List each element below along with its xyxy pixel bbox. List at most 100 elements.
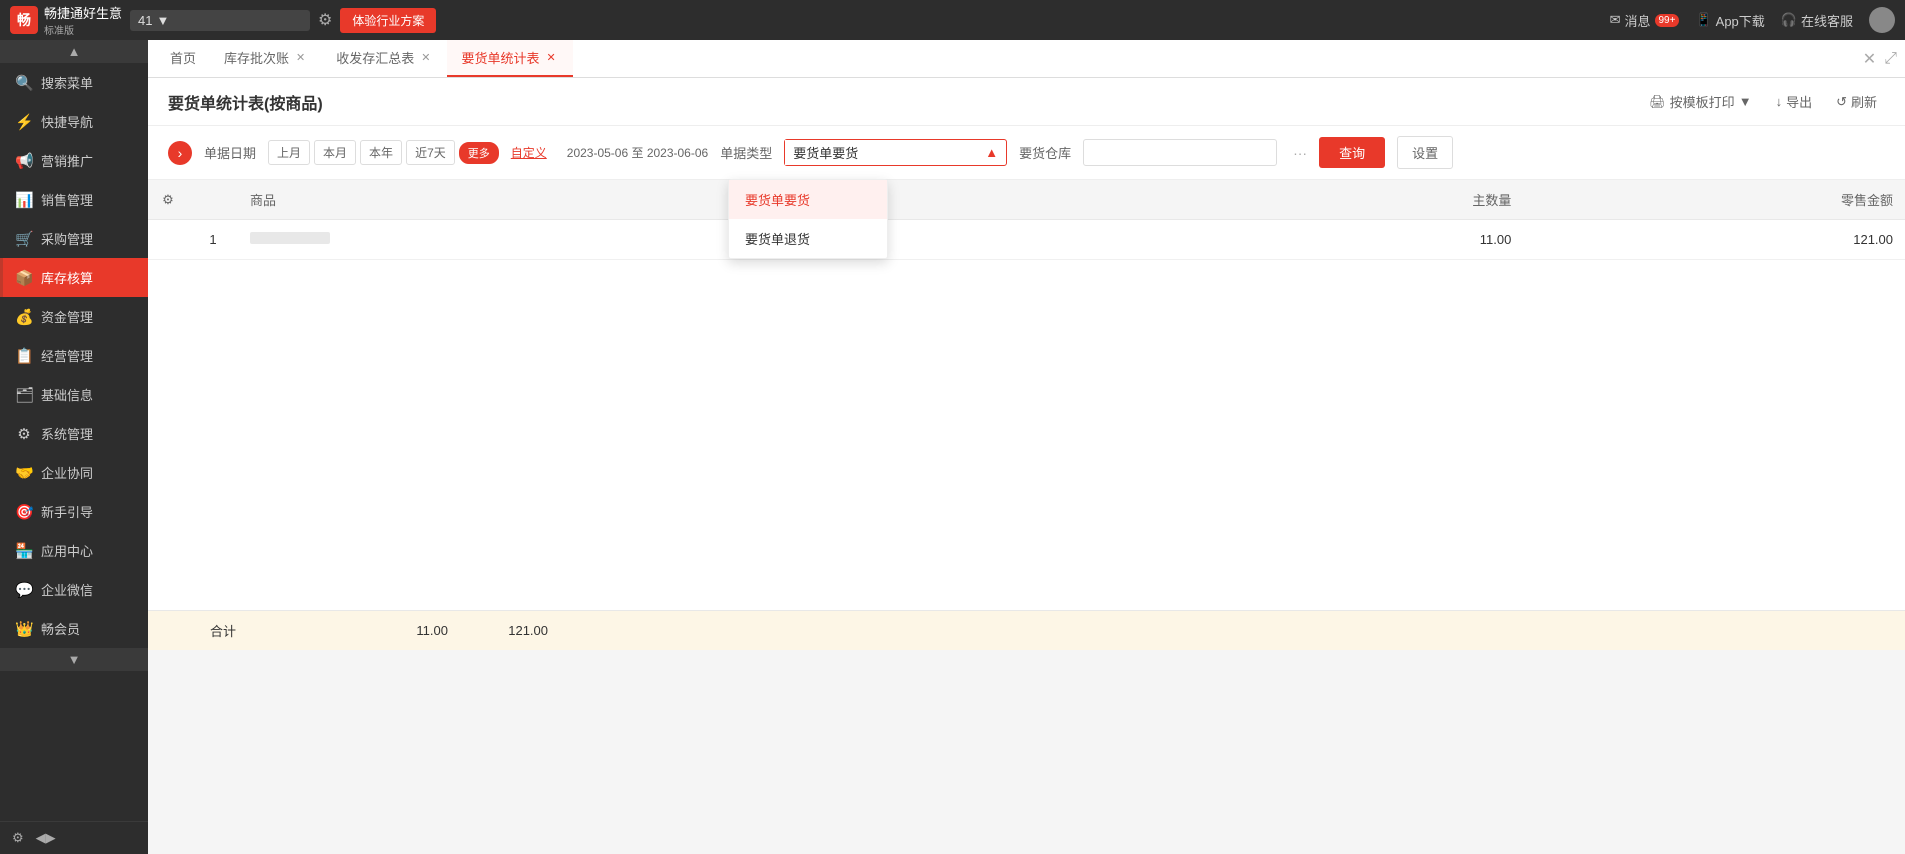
row-settings-cell <box>148 220 188 260</box>
date-range-display: 2023-05-06 至 2023-06-06 <box>567 144 708 161</box>
settings-button[interactable]: 设置 <box>1397 136 1453 169</box>
app-icon: 📱 <box>1695 12 1711 28</box>
operations-icon: 📋 <box>15 347 33 365</box>
company-selector[interactable]: 41 ▼ <box>130 10 310 31</box>
sidebar-item-basics[interactable]: 🗂 基础信息 <box>0 375 148 414</box>
page-actions: 🖨 按模板打印 ▼ ↓ 导出 ↺ 刷新 <box>1641 88 1885 115</box>
date-btn-7days[interactable]: 近7天 <box>406 140 455 165</box>
quicknav-icon: ⚡ <box>15 113 33 131</box>
company-selector-arrow: ▼ <box>156 13 169 28</box>
footer-amount: 121.00 <box>460 623 560 638</box>
sidebar-item-appstore[interactable]: 🏪 应用中心 <box>0 531 148 570</box>
sidebar-item-inventory[interactable]: 📦 库存核算 <box>0 258 148 297</box>
tab-receivable-close[interactable]: ✕ <box>418 50 433 65</box>
date-btn-this-year[interactable]: 本年 <box>360 140 402 165</box>
sidebar-item-system[interactable]: ⚙ 系统管理 <box>0 414 148 453</box>
tab-window-maximize[interactable]: ⤢ <box>1884 50 1897 68</box>
col-header-settings[interactable]: ⚙ <box>148 180 188 220</box>
type-dropdown: 要货单要货 要货单退货 <box>728 179 888 259</box>
sidebar-item-quicknav[interactable]: ⚡ 快捷导航 <box>0 102 148 141</box>
sidebar-bottom: ⚙ ◀▶ <box>0 821 148 854</box>
tab-bar-actions: ✕ ⤢ <box>1863 49 1897 69</box>
sidebar-label-member: 畅会员 <box>41 619 80 638</box>
type-select-arrow[interactable]: ▲ <box>977 145 1006 160</box>
company-name: 41 <box>138 13 152 28</box>
tab-batch-label: 库存批次账 <box>224 48 289 67</box>
avatar[interactable] <box>1869 7 1895 33</box>
date-buttons: 上月 本月 本年 近7天 更多 自定义 <box>268 140 555 165</box>
warehouse-input[interactable] <box>1083 139 1277 166</box>
table-settings-icon[interactable]: ⚙ <box>162 192 174 207</box>
print-button[interactable]: 🖨 按模板打印 ▼ <box>1641 88 1759 115</box>
date-btn-custom[interactable]: 自定义 <box>503 141 555 164</box>
basics-icon: 🗂 <box>15 386 33 404</box>
online-service-button[interactable]: 🎧 在线客服 <box>1781 11 1853 30</box>
sidebar-item-purchase[interactable]: 🛒 采购管理 <box>0 219 148 258</box>
sidebar-item-search[interactable]: 🔍 搜索菜单 <box>0 63 148 102</box>
tab-receivable[interactable]: 收发存汇总表 ✕ <box>322 40 447 77</box>
sidebar-item-guide[interactable]: 🎯 新手引导 <box>0 492 148 531</box>
sidebar-label-basics: 基础信息 <box>41 385 93 404</box>
topbar: 畅 畅捷通好生意 标准版 41 ▼ ⚙ 体验行业方案 ✉ 消息 99+ 📱 Ap… <box>0 0 1905 40</box>
sidebar-item-marketing[interactable]: 📢 营销推广 <box>0 141 148 180</box>
sidebar-label-marketing: 营销推广 <box>41 151 93 170</box>
dropdown-item-return[interactable]: 要货单退货 <box>729 219 887 258</box>
table-wrap: ⚙ 商品 主计量单位 主数量 零售金额 1 <box>148 180 1905 260</box>
export-button[interactable]: ↓ 导出 <box>1768 88 1821 115</box>
tab-home[interactable]: 首页 <box>156 40 210 77</box>
tab-order-stat[interactable]: 要货单统计表 ✕ <box>447 40 572 77</box>
sidebar-item-operations[interactable]: 📋 经营管理 <box>0 336 148 375</box>
tab-batch-close[interactable]: ✕ <box>293 50 308 65</box>
date-filter-label: 单据日期 <box>204 143 256 162</box>
type-select-wrap[interactable]: ▲ <box>784 139 1007 166</box>
inventory-icon: 📦 <box>15 269 33 287</box>
app-logo: 畅 畅捷通好生意 标准版 <box>10 3 122 37</box>
refresh-button[interactable]: ↺ 刷新 <box>1828 88 1885 115</box>
sidebar: ▲ 🔍 搜索菜单 ⚡ 快捷导航 📢 营销推广 📊 销售管理 🛒 采购管理 📦 库… <box>0 40 148 854</box>
sidebar-settings-icon[interactable]: ⚙ <box>12 830 24 846</box>
sidebar-collapse-icon[interactable]: ◀▶ <box>36 830 56 846</box>
logo-sub: 标准版 <box>44 22 122 37</box>
app-download-button[interactable]: 📱 App下载 <box>1695 11 1764 30</box>
row-qty: 11.00 <box>1207 220 1523 260</box>
system-icon: ⚙ <box>15 425 33 443</box>
filter-more-icon[interactable]: ··· <box>1293 145 1307 161</box>
topbar-right: ✉ 消息 99+ 📱 App下载 🎧 在线客服 <box>1610 7 1895 33</box>
tab-window-minimize[interactable]: ✕ <box>1863 49 1876 69</box>
sidebar-item-member[interactable]: 👑 畅会员 <box>0 609 148 648</box>
dropdown-item-request[interactable]: 要货单要货 <box>729 180 887 219</box>
page-header: 要货单统计表(按商品) 🖨 按模板打印 ▼ ↓ 导出 ↺ 刷新 <box>148 78 1905 126</box>
date-more-badge[interactable]: 更多 <box>459 142 499 164</box>
guide-icon: 🎯 <box>15 503 33 521</box>
tab-order-stat-close[interactable]: ✕ <box>544 50 559 65</box>
sidebar-item-sales[interactable]: 📊 销售管理 <box>0 180 148 219</box>
refresh-label: 刷新 <box>1851 92 1877 111</box>
filter-toggle-button[interactable]: › <box>168 141 192 165</box>
footer-qty: 11.00 <box>360 623 460 638</box>
search-icon: 🔍 <box>15 74 33 92</box>
export-label: 导出 <box>1786 92 1812 111</box>
settings-gear-icon[interactable]: ⚙ <box>318 10 332 30</box>
col-header-qty: 主数量 <box>1207 180 1523 220</box>
sidebar-label-finance: 资金管理 <box>41 307 93 326</box>
topbar-left: 畅 畅捷通好生意 标准版 41 ▼ ⚙ 体验行业方案 <box>10 3 436 37</box>
sidebar-label-operations: 经营管理 <box>41 346 93 365</box>
promo-button[interactable]: 体验行业方案 <box>340 8 436 33</box>
query-button[interactable]: 查询 <box>1319 137 1385 168</box>
type-select-input[interactable] <box>785 140 977 165</box>
message-badge: 99+ <box>1655 14 1680 27</box>
sidebar-item-enterprise[interactable]: 🤝 企业协同 <box>0 453 148 492</box>
sidebar-label-inventory: 库存核算 <box>41 268 93 287</box>
date-btn-this-month[interactable]: 本月 <box>314 140 356 165</box>
sidebar-scroll-up[interactable]: ▲ <box>0 40 148 63</box>
sidebar-item-wechat[interactable]: 💬 企业微信 <box>0 570 148 609</box>
logo-icon: 畅 <box>10 6 38 34</box>
sidebar-item-finance[interactable]: 💰 资金管理 <box>0 297 148 336</box>
date-btn-last-month[interactable]: 上月 <box>268 140 310 165</box>
tab-receivable-label: 收发存汇总表 <box>336 48 414 67</box>
tab-batch[interactable]: 库存批次账 ✕ <box>210 40 322 77</box>
messages-button[interactable]: ✉ 消息 99+ <box>1610 11 1680 30</box>
sidebar-scroll-down[interactable]: ▼ <box>0 648 148 671</box>
table-header-row: ⚙ 商品 主计量单位 主数量 零售金额 <box>148 180 1905 220</box>
sidebar-label-appstore: 应用中心 <box>41 541 93 560</box>
